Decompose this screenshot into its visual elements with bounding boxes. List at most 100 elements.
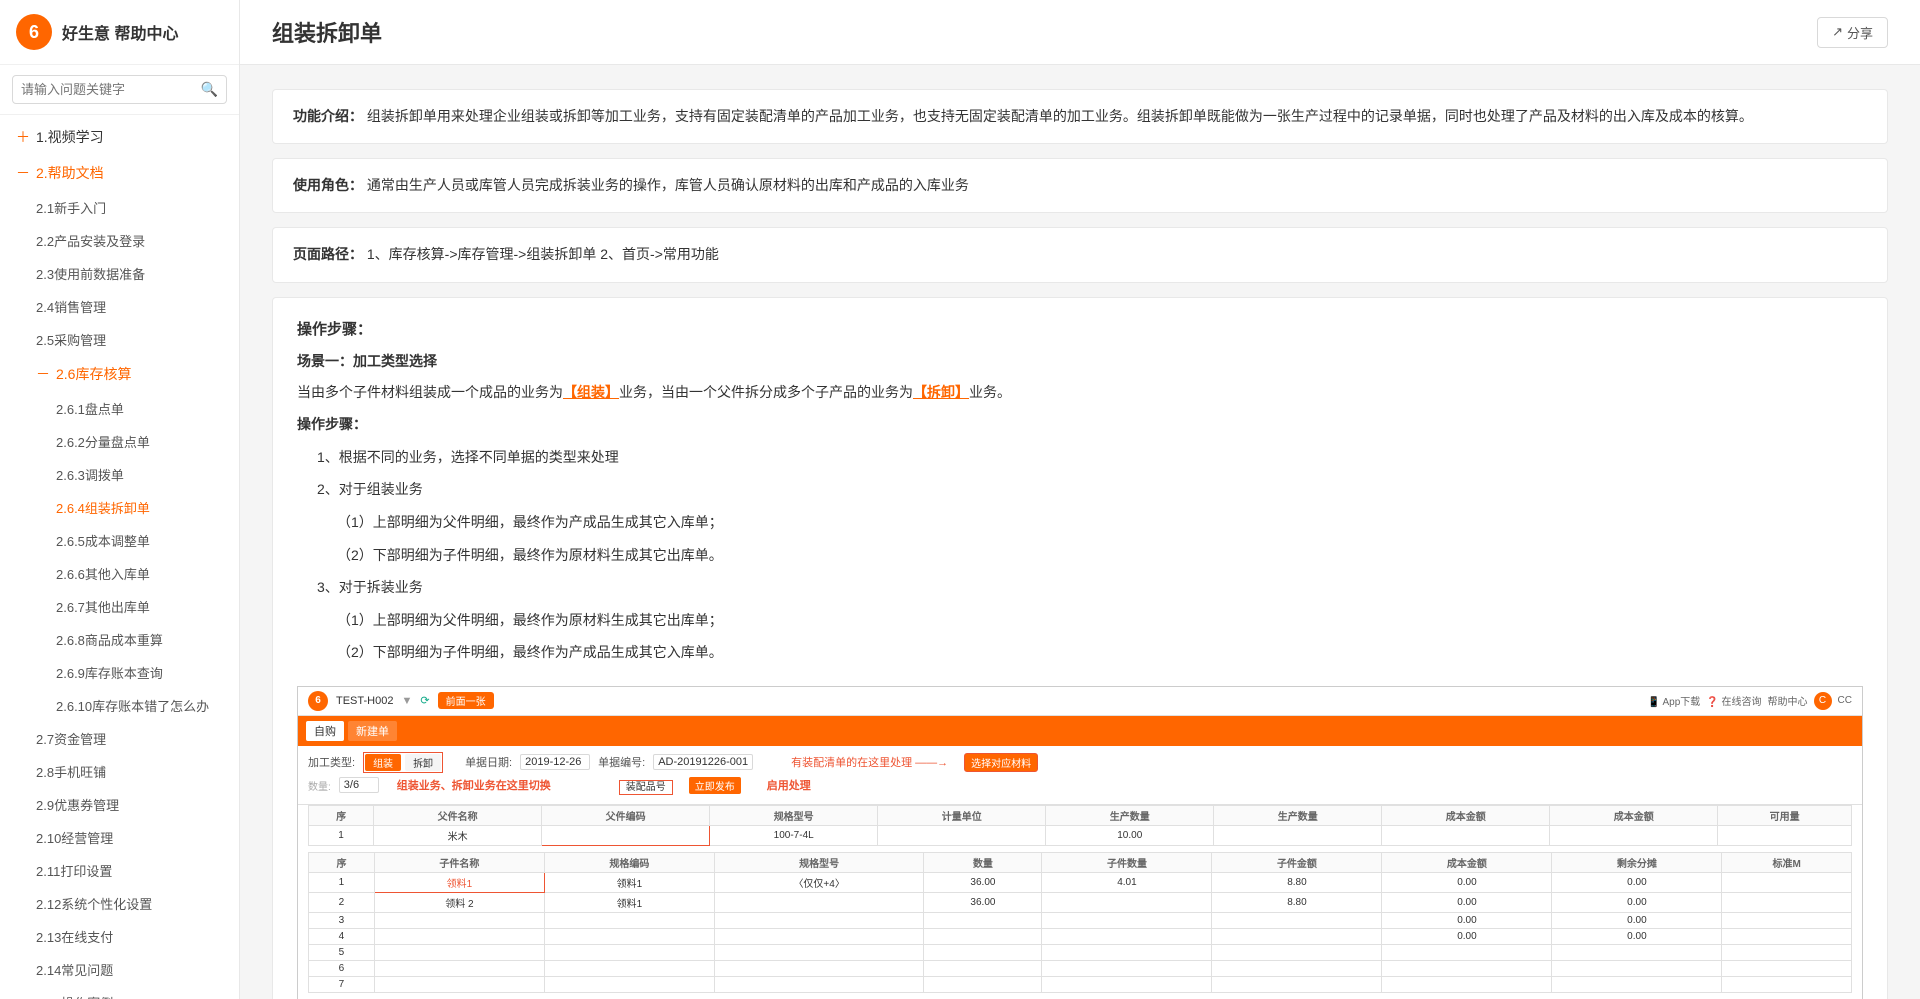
sidebar-item-video[interactable]: ＋ 1.视频学习 bbox=[0, 119, 239, 155]
app-screenshot: 6 TEST-H002 ▼ ⟳ 前面一张 📱 App下载 ❓ 在线咨询 帮助中心… bbox=[297, 686, 1863, 999]
table-row: 3 0.000.00 bbox=[309, 912, 1852, 928]
role-label: 使用角色： bbox=[293, 177, 363, 193]
sidebar-item-261[interactable]: 2.6.1盘点单 bbox=[0, 392, 239, 425]
sidebar-item-265[interactable]: 2.6.5成本调整单 bbox=[0, 524, 239, 557]
sidebar-item-28[interactable]: 2.8手机旺铺 bbox=[0, 755, 239, 788]
sidebar-item-23[interactable]: 2.3使用前数据准备 bbox=[0, 257, 239, 290]
sidebar-item-22[interactable]: 2.2产品安装及登录 bbox=[0, 224, 239, 257]
ss-tab-mine[interactable]: 自购 bbox=[306, 721, 344, 741]
ops-title: 操作步骤： bbox=[297, 318, 1863, 339]
sidebar-item-26-label: 2.6库存核算 bbox=[56, 364, 131, 384]
ss-th-unit: 计量单位 bbox=[878, 805, 1046, 825]
sidebar-item-264[interactable]: 2.6.4组装拆卸单 bbox=[0, 491, 239, 524]
ss-bom-input[interactable]: 装配品号 bbox=[619, 780, 673, 795]
path-text: 1、库存核算->库存管理->组装拆卸单 2、首页->常用功能 bbox=[367, 246, 719, 262]
nav-section: ＋ 1.视频学习 － 2.帮助文档 2.1新手入门 2.2产品安装及登录 2.3… bbox=[0, 115, 239, 999]
disassemble-highlight: 【拆卸】 bbox=[913, 384, 969, 400]
ss-fcode-input[interactable] bbox=[542, 825, 710, 845]
ss-tab-assemble[interactable]: 组装 bbox=[365, 754, 401, 771]
step3: 3、对于拆装业务 bbox=[297, 574, 1863, 601]
ss-tab-new[interactable]: 新建单 bbox=[348, 721, 397, 741]
ss-logo: 6 bbox=[308, 691, 328, 711]
ss-nav-bar: 自购 新建单 bbox=[298, 716, 1862, 746]
ss-username: CC bbox=[1838, 695, 1852, 706]
sidebar-item-268[interactable]: 2.6.8商品成本重算 bbox=[0, 623, 239, 656]
ss-upper-table-header: 序 父件名称 父件编码 规格型号 计量单位 生产数量 生产数量 成本金额 成本金… bbox=[309, 805, 1852, 825]
sidebar-item-29[interactable]: 2.9优惠券管理 bbox=[0, 788, 239, 821]
search-input[interactable] bbox=[21, 82, 201, 97]
path-block: 页面路径： 1、库存核算->库存管理->组装拆卸单 2、首页->常用功能 bbox=[272, 227, 1888, 282]
search-box[interactable]: 🔍 bbox=[12, 75, 227, 104]
sidebar-item-266[interactable]: 2.6.6其他入库单 bbox=[0, 557, 239, 590]
sidebar-item-video-label: 1.视频学习 bbox=[36, 127, 104, 147]
ss-bom-btn[interactable]: 选择对应材料 bbox=[964, 753, 1038, 772]
sidebar-item-262[interactable]: 2.6.2分量盘点单 bbox=[0, 425, 239, 458]
search-icon[interactable]: 🔍 bbox=[201, 81, 218, 98]
ss-type-lbl: 加工类型: bbox=[308, 754, 355, 770]
app-title: 好生意 帮助中心 bbox=[62, 20, 178, 44]
sidebar-item-214[interactable]: 2.14常见问题 bbox=[0, 953, 239, 986]
sidebar-item-267[interactable]: 2.6.7其他出库单 bbox=[0, 590, 239, 623]
scenario1-title: 场景一：加工类型选择 bbox=[297, 351, 1863, 371]
ss-th-fcode: 父件编码 bbox=[542, 805, 710, 825]
ss-confirm-btn[interactable]: 立即发布 bbox=[689, 777, 741, 794]
ss-order-lbl: 单据编号: bbox=[598, 754, 645, 770]
sidebar-item-26[interactable]: － 2.6库存核算 bbox=[0, 356, 239, 392]
ss-th-spec: 规格型号 bbox=[710, 805, 878, 825]
sidebar-item-24[interactable]: 2.4销售管理 bbox=[0, 290, 239, 323]
ss-form-area: 加工类型: 组装 拆卸 单据日期: 2019-12-26 单据编号: AD-20… bbox=[298, 746, 1862, 805]
step2-1: （1）上部明细为父件明细，最终作为产成品生成其它入库单； bbox=[297, 509, 1863, 536]
sidebar-item-docs[interactable]: － 2.帮助文档 bbox=[0, 155, 239, 191]
ss-form-row1: 加工类型: 组装 拆卸 单据日期: 2019-12-26 单据编号: AD-20… bbox=[308, 752, 1852, 773]
ss-lower-table-area: 序 子件名称 规格编码 规格型号 数量 子件数量 子件金额 成本金额 剩余分摊 bbox=[298, 852, 1862, 999]
ss-tab-disassemble[interactable]: 拆卸 bbox=[405, 754, 441, 771]
ss-th-cost2: 成本金额 bbox=[1550, 805, 1718, 825]
ss-help-icon: ❓ 在线咨询 bbox=[1706, 693, 1761, 708]
table-row: 1 米木 100-7-4L 10.00 bbox=[309, 825, 1852, 845]
ss-upper-table-area: 序 父件名称 父件编码 规格型号 计量单位 生产数量 生产数量 成本金额 成本金… bbox=[298, 805, 1862, 852]
ss-bom-lbl: 装配品号 bbox=[619, 778, 673, 793]
sidebar-item-27[interactable]: 2.7资金管理 bbox=[0, 722, 239, 755]
ss-app-icon: 📱 App下载 bbox=[1648, 693, 1700, 708]
path-label: 页面路径： bbox=[293, 246, 363, 262]
share-icon: ↗ bbox=[1832, 24, 1843, 40]
func-intro-text: 组装拆卸单用来处理企业组装或拆卸等加工业务，支持有固定装配清单的产品加工业务，也… bbox=[367, 108, 1753, 124]
ss-refresh-icon: ⟳ bbox=[420, 694, 429, 707]
scenario1-desc: 当由多个子件材料组装成一个成品的业务为【组装】业务，当由一个父件拆分成多个子产品… bbox=[297, 379, 1863, 406]
sidebar-item-212[interactable]: 2.12系统个性化设置 bbox=[0, 887, 239, 920]
sidebar-item-263[interactable]: 2.6.3调拨单 bbox=[0, 458, 239, 491]
minus-icon-26: － bbox=[36, 364, 50, 384]
func-intro-label: 功能介绍： bbox=[293, 108, 363, 124]
sidebar-item-21[interactable]: 2.1新手入门 bbox=[0, 191, 239, 224]
ss-th-avail: 可用量 bbox=[1718, 805, 1852, 825]
ss-topbar-right: 📱 App下载 ❓ 在线咨询 帮助中心 C CC bbox=[1648, 692, 1852, 710]
sidebar-item-docs-label: 2.帮助文档 bbox=[36, 163, 104, 183]
sidebar-item-211[interactable]: 2.11打印设置 bbox=[0, 854, 239, 887]
func-intro-block: 功能介绍： 组装拆卸单用来处理企业组装或拆卸等加工业务，支持有固定装配清单的产品… bbox=[272, 89, 1888, 144]
search-area: 🔍 bbox=[0, 65, 239, 115]
ss-prev-btn[interactable]: 前面一张 bbox=[438, 692, 494, 709]
main-content: 组装拆卸单 ↗ 分享 功能介绍： 组装拆卸单用来处理企业组装或拆卸等加工业务，支… bbox=[240, 0, 1920, 999]
ss-th-cost: 成本金额 bbox=[1382, 805, 1550, 825]
page-title: 组装拆卸单 bbox=[272, 16, 382, 48]
sidebar-item-2610[interactable]: 2.6.10库存账本错了怎么办 bbox=[0, 689, 239, 722]
sidebar: 6 好生意 帮助中心 🔍 ＋ 1.视频学习 － 2.帮助文档 2.1新手入门 2… bbox=[0, 0, 240, 999]
table-row: 1 领料1 领料1 〈仅仅+4〉 36.00 4.01 8.80 0.00 0.… bbox=[309, 872, 1852, 892]
sidebar-item-25[interactable]: 2.5采购管理 bbox=[0, 323, 239, 356]
sidebar-item-210[interactable]: 2.10经营管理 bbox=[0, 821, 239, 854]
sidebar-item-213[interactable]: 2.13在线支付 bbox=[0, 920, 239, 953]
ss-order-val: AD-20191226-001 bbox=[653, 754, 753, 770]
ss-subcount: 数量: bbox=[308, 778, 331, 793]
ss-topbar-id: TEST-H002 bbox=[336, 695, 393, 707]
sidebar-item-215[interactable]: 2.15操作案例 bbox=[0, 986, 239, 999]
ss-th-seq: 序 bbox=[309, 805, 374, 825]
ss-th-fname: 父件名称 bbox=[374, 805, 542, 825]
main-header: 组装拆卸单 ↗ 分享 bbox=[240, 0, 1920, 65]
table-row: 5 bbox=[309, 944, 1852, 960]
ss-form-row2: 数量: 3/6 组装业务、拆卸业务在这里切换 装配品号 立即发布 启用处理 bbox=[308, 777, 1852, 794]
ss-upper-table: 序 父件名称 父件编码 规格型号 计量单位 生产数量 生产数量 成本金额 成本金… bbox=[308, 805, 1852, 846]
share-button[interactable]: ↗ 分享 bbox=[1817, 17, 1888, 48]
sidebar-item-269[interactable]: 2.6.9库存账本查询 bbox=[0, 656, 239, 689]
step2: 2、对于组装业务 bbox=[297, 476, 1863, 503]
step1: 1、根据不同的业务，选择不同单据的类型来处理 bbox=[297, 444, 1863, 471]
